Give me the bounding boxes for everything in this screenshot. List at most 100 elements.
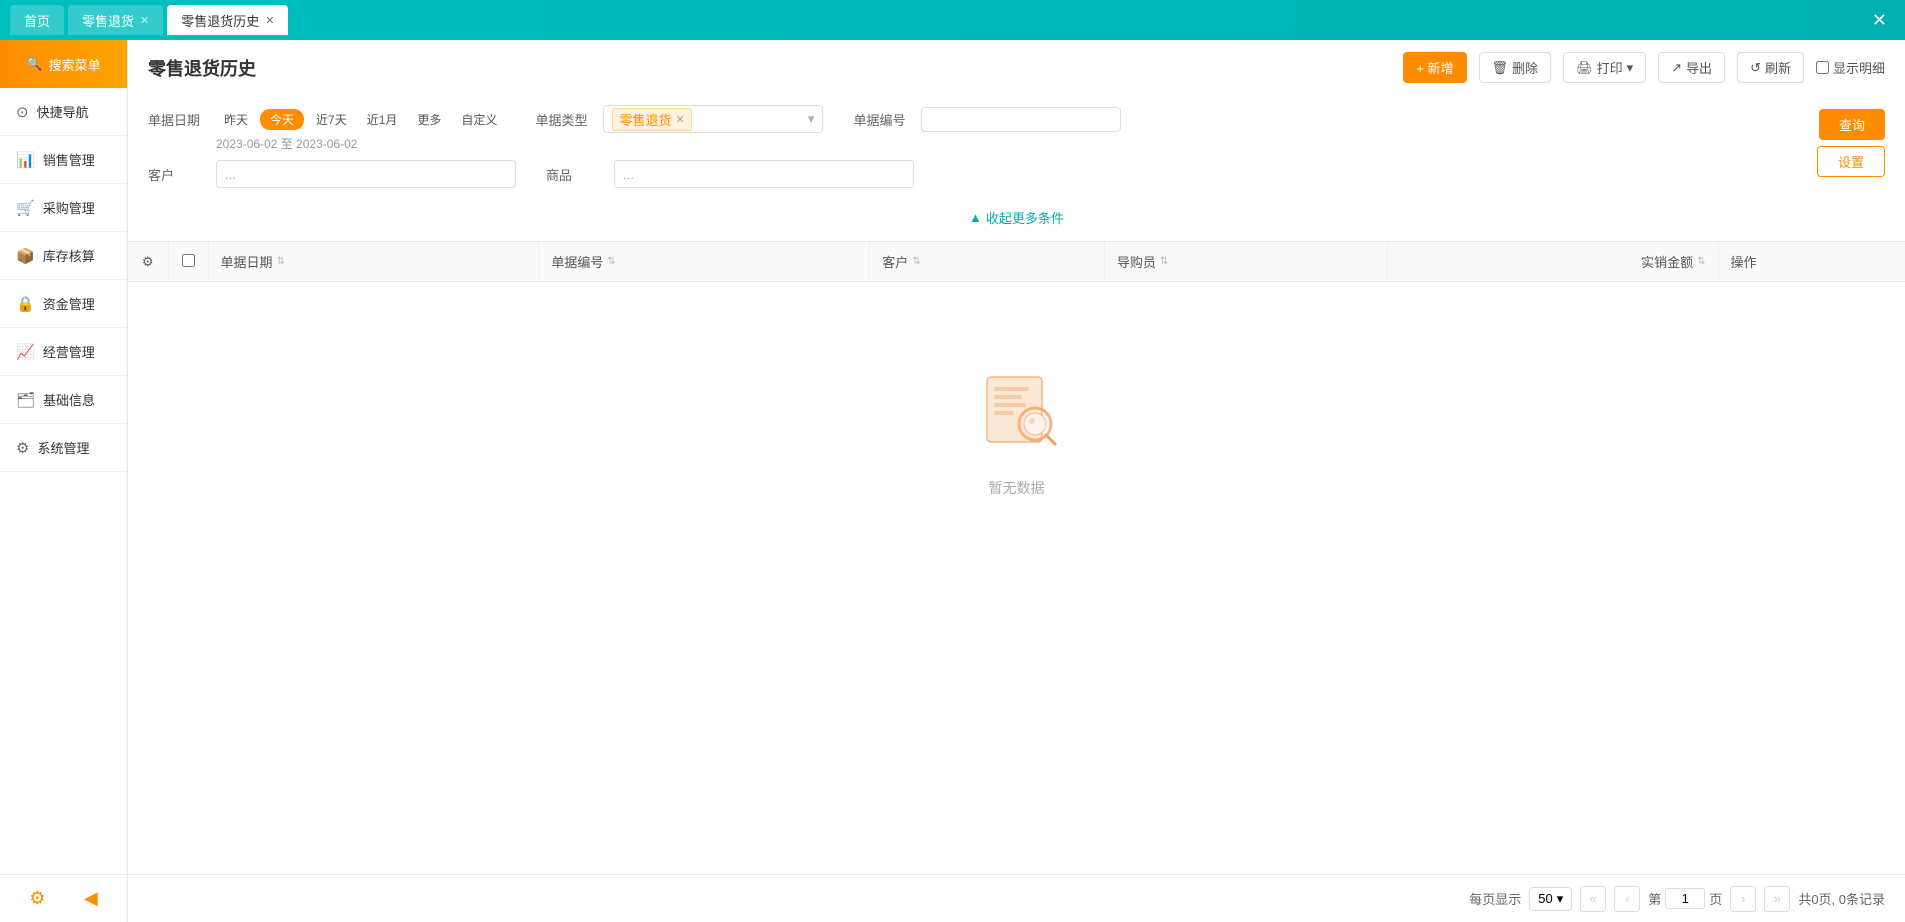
th-guide[interactable]: 导购员 ⇅ xyxy=(1104,242,1387,282)
page-total: 共0页, 0条记录 xyxy=(1798,889,1885,908)
table-container: ⚙ 单据日期 ⇅ 单据编号 xyxy=(128,242,1905,874)
last-page-button[interactable]: » xyxy=(1764,886,1790,912)
collapse-button[interactable]: ▲ 收起更多条件 xyxy=(959,204,1074,231)
collapse-sidebar-icon[interactable]: ◀ xyxy=(84,888,98,909)
search-icon: 🔍 xyxy=(26,56,42,72)
doc-type-tag: 零售退货 ✕ xyxy=(612,108,691,131)
date-btn-more[interactable]: 更多 xyxy=(409,109,449,130)
sidebar-item-quick-nav[interactable]: ⊙ 快捷导航 xyxy=(0,88,127,136)
page-number-input[interactable] xyxy=(1665,888,1705,909)
sidebar-item-business[interactable]: 📈 经营管理 xyxy=(0,328,127,376)
sidebar-search[interactable]: 🔍 搜索菜单 xyxy=(0,40,127,88)
top-bar: 首页 零售退货 ✕ 零售退货历史 ✕ ✕ xyxy=(0,0,1905,40)
th-customer[interactable]: 客户 ⇅ xyxy=(870,242,1105,282)
system-icon: ⚙ xyxy=(16,439,29,457)
goods-label: 商品 xyxy=(546,165,606,184)
first-page-button[interactable]: « xyxy=(1580,886,1606,912)
sort-guide-icon: ⇅ xyxy=(1160,256,1168,267)
query-button[interactable]: 查询 xyxy=(1819,109,1885,140)
delete-button[interactable]: 🗑 删除 xyxy=(1479,52,1552,83)
th-doc-no[interactable]: 单据编号 ⇅ xyxy=(539,242,870,282)
page-size-label: 每页显示 xyxy=(1469,889,1521,908)
refresh-icon: ↺ xyxy=(1750,60,1761,76)
sort-date-icon: ⇅ xyxy=(277,256,285,267)
empty-state: 暂无数据 xyxy=(128,282,1905,578)
filter-collapse-row: ▲ 收起更多条件 xyxy=(148,198,1885,241)
date-btn-custom[interactable]: 自定义 xyxy=(453,109,505,130)
date-btn-yesterday[interactable]: 昨天 xyxy=(216,109,256,130)
date-filter-buttons: 昨天 今天 近7天 近1月 更多 自定义 xyxy=(216,109,505,130)
finance-icon: 🔒 xyxy=(16,295,35,313)
date-range-display: 2023-06-02 至 2023-06-02 xyxy=(216,137,357,151)
print-button[interactable]: 🖨 打印 ▾ xyxy=(1563,52,1646,83)
sort-docno-icon: ⇅ xyxy=(607,256,615,267)
doc-no-filter-group: 单据编号 xyxy=(853,107,1121,132)
th-settings[interactable]: ⚙ xyxy=(128,242,168,282)
date-filter-label: 单据日期 xyxy=(148,110,208,129)
customer-select[interactable]: ... xyxy=(216,160,516,188)
table-header-row: ⚙ 单据日期 ⇅ 单据编号 xyxy=(128,242,1905,282)
query-set-group: 查询 设置 xyxy=(1797,105,1885,177)
date-btn-1month[interactable]: 近1月 xyxy=(359,109,406,130)
goods-select[interactable]: ... xyxy=(614,160,914,188)
settings-bottom-icon[interactable]: ⚙ xyxy=(29,888,45,909)
filter-row-1: 单据日期 昨天 今天 近7天 近1月 更多 自定义 xyxy=(148,105,1797,133)
toolbar: + 新增 🗑 删除 🖨 打印 ▾ ↗ 导出 xyxy=(1403,52,1885,83)
filter-area: 单据日期 昨天 今天 近7天 近1月 更多 自定义 xyxy=(148,95,1885,241)
doc-type-filter-group: 单据类型 零售退货 ✕ ▾ xyxy=(535,105,823,133)
show-detail-checkbox[interactable] xyxy=(1816,61,1829,74)
date-btn-today[interactable]: 今天 xyxy=(260,109,304,130)
data-table: ⚙ 单据日期 ⇅ 单据编号 xyxy=(128,242,1905,282)
print-chevron-icon: ▾ xyxy=(1627,60,1634,76)
goods-filter-group: 商品 ... xyxy=(546,160,914,188)
doc-type-chevron-icon: ▾ xyxy=(808,111,815,127)
sidebar-item-system[interactable]: ⚙ 系统管理 xyxy=(0,424,127,472)
customer-label: 客户 xyxy=(148,165,208,184)
th-action: 操作 xyxy=(1718,242,1905,282)
show-detail-checkbox-label[interactable]: 显示明细 xyxy=(1816,58,1885,77)
new-button[interactable]: + 新增 xyxy=(1403,52,1466,83)
sort-customer-icon: ⇅ xyxy=(912,256,920,267)
doc-type-tag-close[interactable]: ✕ xyxy=(675,113,684,126)
content-area: 零售退货历史 + 新增 🗑 删除 🖨 打印 ▾ ↗ xyxy=(128,40,1905,922)
page-input-group: 第 页 xyxy=(1648,888,1722,909)
refresh-button[interactable]: ↺ 刷新 xyxy=(1737,52,1804,83)
doc-type-label: 单据类型 xyxy=(535,110,595,129)
settings-column-icon[interactable]: ⚙ xyxy=(142,254,154,269)
delete-icon: 🗑 xyxy=(1492,60,1509,76)
export-button[interactable]: ↗ 导出 xyxy=(1658,52,1725,83)
select-all-checkbox[interactable] xyxy=(182,254,195,267)
prev-page-button[interactable]: ‹ xyxy=(1614,886,1640,912)
sidebar-item-purchase[interactable]: 🛒 采购管理 xyxy=(0,184,127,232)
tab-home[interactable]: 首页 xyxy=(10,5,64,35)
page-size-chevron-icon: ▾ xyxy=(1557,891,1564,907)
window-close-button[interactable]: ✕ xyxy=(1864,10,1895,31)
close-tab-retail-return-history[interactable]: ✕ xyxy=(265,14,274,27)
empty-text: 暂无数据 xyxy=(989,478,1045,498)
doc-no-label: 单据编号 xyxy=(853,110,913,129)
set-button[interactable]: 设置 xyxy=(1817,146,1885,177)
quick-nav-icon: ⊙ xyxy=(16,103,29,121)
th-date[interactable]: 单据日期 ⇅ xyxy=(208,242,539,282)
tab-retail-return[interactable]: 零售退货 ✕ xyxy=(68,5,163,35)
close-tab-retail-return[interactable]: ✕ xyxy=(140,14,149,27)
th-checkbox[interactable] xyxy=(168,242,208,282)
purchase-icon: 🛒 xyxy=(16,199,35,217)
sidebar-bottom: ⚙ ◀ xyxy=(0,874,127,922)
page-size-select[interactable]: 50 ▾ xyxy=(1529,887,1572,911)
customer-filter-group: 客户 ... xyxy=(148,160,516,188)
pagination-bar: 每页显示 50 ▾ « ‹ 第 页 › » 共0页, 0条记录 xyxy=(128,874,1905,922)
next-page-button[interactable]: › xyxy=(1730,886,1756,912)
sidebar-item-inventory[interactable]: 📦 库存核算 xyxy=(0,232,127,280)
sidebar-item-finance[interactable]: 🔒 资金管理 xyxy=(0,280,127,328)
doc-type-select[interactable]: 零售退货 ✕ ▾ xyxy=(603,105,823,133)
sidebar-item-sales[interactable]: 📊 销售管理 xyxy=(0,136,127,184)
date-btn-7days[interactable]: 近7天 xyxy=(308,109,355,130)
filter-row-2: 客户 ... 商品 ... xyxy=(148,160,1797,188)
main-layout: 🔍 搜索菜单 ⊙ 快捷导航 📊 销售管理 🛒 采购管理 📦 库存核算 🔒 资金管… xyxy=(0,40,1905,922)
th-amount[interactable]: 实销金额 ⇅ xyxy=(1387,242,1718,282)
page-title: 零售退货历史 xyxy=(148,55,256,81)
doc-no-input[interactable] xyxy=(921,107,1121,132)
tab-retail-return-history[interactable]: 零售退货历史 ✕ xyxy=(167,5,288,35)
sidebar-item-basic-info[interactable]: 🗂 基础信息 xyxy=(0,376,127,424)
